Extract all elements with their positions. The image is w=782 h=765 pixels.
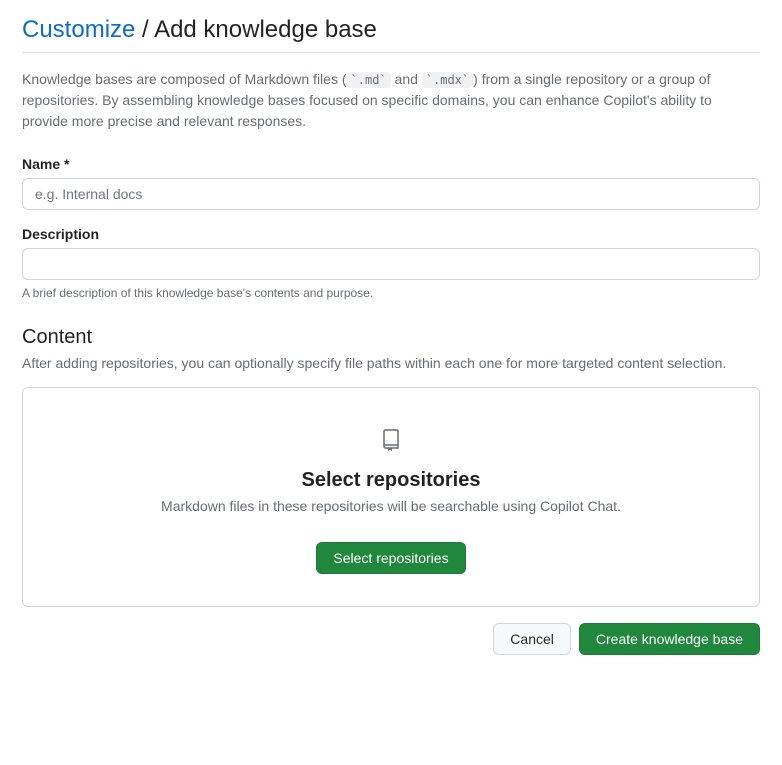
breadcrumb-parent-link[interactable]: Customize: [22, 16, 135, 43]
repo-icon: [379, 428, 403, 452]
name-field: Name *: [22, 156, 760, 210]
content-box-title: Select repositories: [47, 469, 735, 492]
name-input[interactable]: [22, 178, 760, 210]
content-box-desc: Markdown files in these repositories wil…: [47, 498, 735, 514]
cancel-button[interactable]: Cancel: [493, 623, 571, 655]
select-repositories-button[interactable]: Select repositories: [316, 542, 465, 574]
code-mdx: `.mdx`: [422, 72, 473, 88]
description-label: Description: [22, 226, 760, 242]
breadcrumb: Customize / Add knowledge base: [22, 16, 760, 53]
description-hint: A brief description of this knowledge ba…: [22, 286, 760, 300]
breadcrumb-current: Add knowledge base: [154, 16, 377, 43]
description-field: Description A brief description of this …: [22, 226, 760, 300]
code-md: `.md`: [347, 72, 391, 88]
content-sub: After adding repositories, you can optio…: [22, 355, 760, 371]
description-input[interactable]: [22, 248, 760, 280]
name-label: Name *: [22, 156, 760, 172]
create-knowledge-base-button[interactable]: Create knowledge base: [579, 623, 760, 655]
footer-actions: Cancel Create knowledge base: [22, 623, 760, 655]
breadcrumb-separator: /: [142, 16, 154, 43]
intro-text: Knowledge bases are composed of Markdown…: [22, 69, 760, 132]
content-box: Select repositories Markdown files in th…: [22, 387, 760, 607]
content-heading: Content: [22, 326, 760, 349]
